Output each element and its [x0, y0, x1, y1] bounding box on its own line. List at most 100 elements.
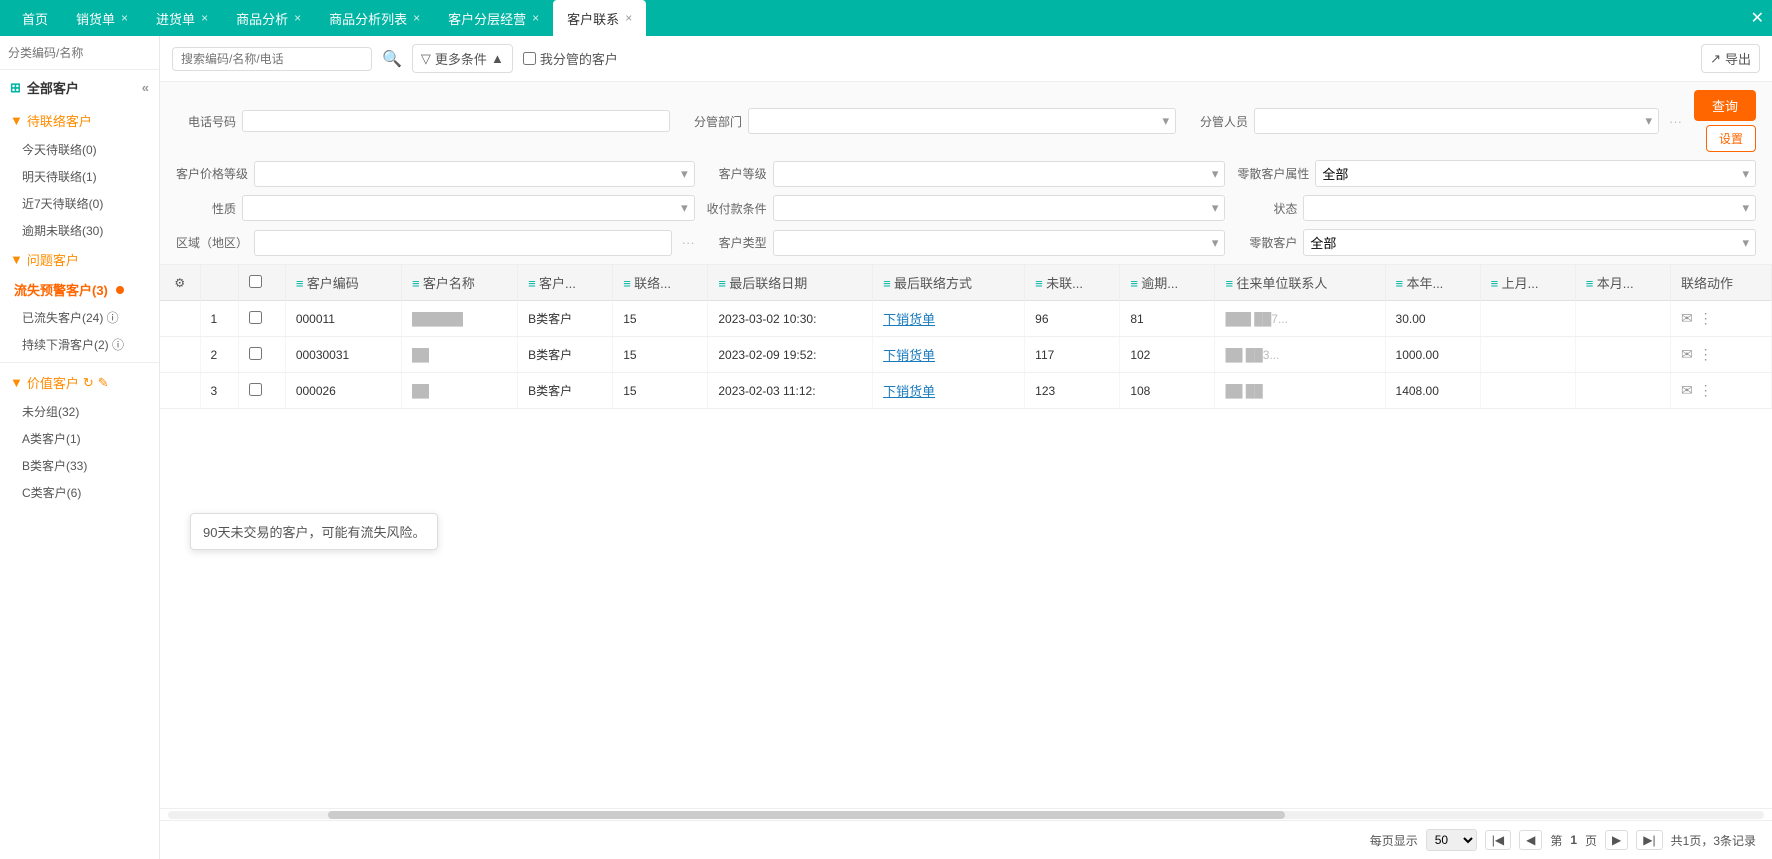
more-options-icon[interactable]: ···	[682, 235, 695, 250]
search-button[interactable]: 🔍	[382, 49, 402, 69]
sidebar-item-churn-warning[interactable]: 流失预警客户(3)	[0, 275, 159, 304]
tab-purchase[interactable]: 进货单 ×	[142, 0, 222, 36]
col-last-month[interactable]: ≡ 上月...	[1480, 265, 1575, 301]
row-last-way[interactable]: 下销货单	[873, 373, 1025, 409]
col-overdue[interactable]: ≡ 逾期...	[1120, 265, 1215, 301]
close-icon[interactable]: ×	[625, 11, 632, 25]
row-index: 2	[200, 337, 238, 373]
sort-icon: ≡	[1225, 276, 1233, 291]
price-grade-select[interactable]: ▾	[254, 161, 695, 187]
sidebar-item-ungrouped[interactable]: 未分组(32)	[0, 398, 159, 425]
more-conditions-btn[interactable]: ▽ 更多条件 ▲	[412, 44, 513, 73]
tab-product-list[interactable]: 商品分析列表 ×	[315, 0, 434, 36]
dept-select[interactable]: ▾	[748, 108, 1176, 134]
col-contact[interactable]: ≡ 联络...	[613, 265, 708, 301]
edit-icon[interactable]: ✎	[98, 375, 109, 391]
sidebar-item-tomorrow[interactable]: 明天待联络(1)	[0, 163, 159, 190]
table-area: 90天未交易的客户，可能有流失风险。 ⚙ ≡ 客户编码 ≡ 客户	[160, 265, 1772, 808]
chevron-up-icon: ▲	[491, 51, 504, 66]
contact-icon[interactable]: ✉	[1681, 346, 1693, 363]
my-customers-checkbox[interactable]: 我分管的客户	[523, 49, 618, 68]
row-overdue: 108	[1120, 373, 1215, 409]
chevron-down-icon: ▾	[681, 166, 688, 182]
tab-sales[interactable]: 销货单 ×	[62, 0, 142, 36]
sidebar-group-pending[interactable]: ▼ 待联络客户	[0, 105, 159, 136]
close-window-button[interactable]: ✕	[1751, 8, 1764, 28]
search-input[interactable]	[172, 47, 372, 71]
row-last-way[interactable]: 下销货单	[873, 337, 1025, 373]
nature-select[interactable]: ▾	[242, 195, 695, 221]
row-checkbox[interactable]	[238, 373, 285, 409]
col-settings[interactable]: ⚙	[160, 265, 200, 301]
row-overdue: 102	[1120, 337, 1215, 373]
next-page-button[interactable]: ▶	[1605, 830, 1628, 850]
status-select[interactable]: ▾	[1303, 195, 1756, 221]
sidebar-search-input[interactable]	[8, 46, 160, 60]
col-code[interactable]: ≡ 客户编码	[285, 265, 401, 301]
col-not-contacted[interactable]: ≡ 未联...	[1025, 265, 1120, 301]
last-page-button[interactable]: ▶|	[1636, 830, 1662, 850]
tab-customer-tier[interactable]: 客户分层经营 ×	[434, 0, 553, 36]
horizontal-scrollbar[interactable]	[160, 808, 1772, 820]
sidebar-group-value[interactable]: ▼ 价值客户 ↻ ✎	[0, 367, 159, 398]
col-this-year[interactable]: ≡ 本年...	[1385, 265, 1480, 301]
sidebar-group-problem[interactable]: ▼ 问题客户	[0, 244, 159, 275]
close-icon[interactable]: ×	[294, 11, 301, 25]
row-code: 000011	[285, 301, 401, 337]
payment-field: 收付款条件 ▾	[707, 195, 1226, 221]
query-button[interactable]: 查询	[1694, 90, 1756, 121]
tab-customer-contact[interactable]: 客户联系 ×	[553, 0, 646, 36]
grade-select[interactable]: ▾	[773, 161, 1226, 187]
zero-customer-select[interactable]: 全部 ▾	[1303, 229, 1756, 256]
export-button[interactable]: ↗ 导出	[1701, 44, 1760, 73]
more-actions-icon[interactable]: ⋮	[1699, 346, 1713, 363]
close-icon[interactable]: ×	[532, 11, 539, 25]
region-select[interactable]	[254, 230, 672, 256]
col-customer-type[interactable]: ≡ 客户...	[518, 265, 613, 301]
sidebar-item-class-a[interactable]: A类客户(1)	[0, 425, 159, 452]
close-icon[interactable]: ×	[201, 11, 208, 25]
row-last-way[interactable]: 下销货单	[873, 301, 1025, 337]
col-last-date[interactable]: ≡ 最后联络日期	[708, 265, 873, 301]
col-checkbox[interactable]	[238, 265, 285, 301]
grid-icon: ⊞	[10, 80, 21, 96]
collapse-icon[interactable]: «	[142, 80, 149, 95]
row-settings-cell	[160, 373, 200, 409]
zero-attr-select[interactable]: 全部 ▾	[1315, 160, 1756, 187]
tab-home[interactable]: 首页	[8, 0, 62, 36]
tab-product-analysis[interactable]: 商品分析 ×	[222, 0, 315, 36]
more-options-icon[interactable]: ···	[1669, 114, 1682, 129]
sidebar-item-overdue[interactable]: 逾期未联络(30)	[0, 217, 159, 244]
prev-page-button[interactable]: ◀	[1519, 830, 1542, 850]
row-checkbox[interactable]	[238, 301, 285, 337]
col-unit-contacts[interactable]: ≡ 往来单位联系人	[1215, 265, 1385, 301]
col-name[interactable]: ≡ 客户名称	[401, 265, 517, 301]
customer-type-select[interactable]: ▾	[773, 230, 1226, 256]
all-customers-header[interactable]: ⊞ 全部客户 «	[0, 70, 159, 105]
sidebar-item-today[interactable]: 今天待联络(0)	[0, 136, 159, 163]
page-size-select[interactable]: 50 100	[1426, 829, 1477, 851]
refresh-icon[interactable]: ↻	[83, 375, 94, 391]
person-field: 分管人员 ▾ ···	[1188, 108, 1682, 134]
contact-icon[interactable]: ✉	[1681, 382, 1693, 399]
sidebar-item-7days[interactable]: 近7天待联络(0)	[0, 190, 159, 217]
export-icon: ↗	[1710, 51, 1721, 67]
close-icon[interactable]: ×	[121, 11, 128, 25]
close-icon[interactable]: ×	[413, 11, 420, 25]
first-page-button[interactable]: |◀	[1485, 830, 1511, 850]
row-checkbox[interactable]	[238, 337, 285, 373]
col-last-way[interactable]: ≡ 最后联络方式	[873, 265, 1025, 301]
phone-input[interactable]	[242, 110, 670, 132]
more-actions-icon[interactable]: ⋮	[1699, 382, 1713, 399]
settings-button[interactable]: 设置	[1706, 125, 1756, 152]
sidebar-item-lost[interactable]: 已流失客户(24) ⓘ	[0, 304, 159, 331]
more-actions-icon[interactable]: ⋮	[1699, 310, 1713, 327]
person-select[interactable]: ▾	[1254, 108, 1659, 134]
payment-select[interactable]: ▾	[773, 195, 1226, 221]
sidebar-item-declining[interactable]: 持续下滑客户(2) ⓘ	[0, 331, 159, 358]
contact-icon[interactable]: ✉	[1681, 310, 1693, 327]
sidebar-item-class-c[interactable]: C类客户(6)	[0, 479, 159, 506]
sidebar-item-class-b[interactable]: B类客户(33)	[0, 452, 159, 479]
col-this-month[interactable]: ≡ 本月...	[1575, 265, 1670, 301]
sort-icon: ≡	[1491, 276, 1499, 291]
